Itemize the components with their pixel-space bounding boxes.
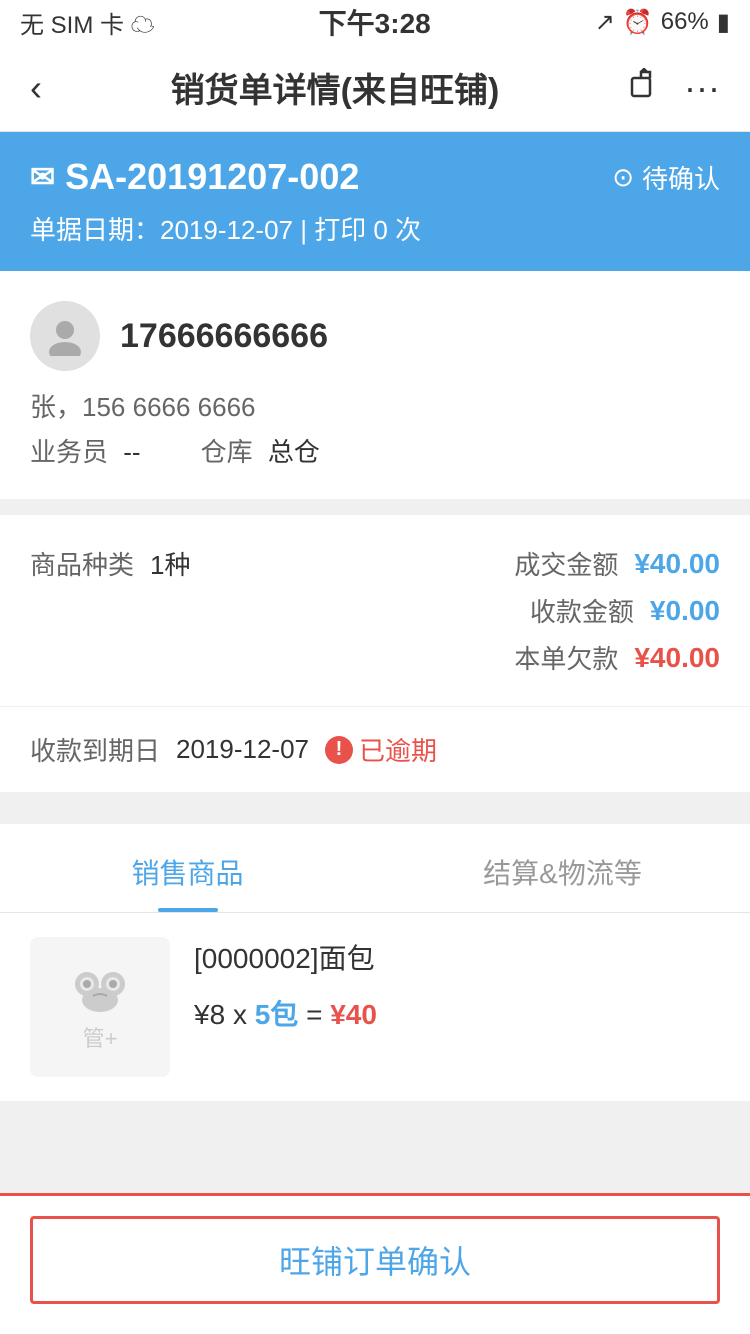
divider-1	[0, 499, 750, 515]
customer-section: 17666666666 张，156 6666 6666 业务员 -- 仓库 总仓	[0, 271, 750, 499]
overdue-icon: !	[325, 736, 353, 764]
confirm-button[interactable]: 旺铺订单确认	[30, 1216, 720, 1304]
nav-actions: ···	[628, 67, 720, 109]
divider-2	[0, 792, 750, 808]
avatar	[30, 301, 100, 371]
tabs-row: 销售商品 结算&物流等	[0, 824, 750, 913]
status-right: ↗ ⏰ 66% ▮	[595, 8, 730, 37]
share-icon[interactable]	[628, 67, 660, 109]
order-status: ⊙ 待确认	[612, 159, 720, 196]
tab-settlement[interactable]: 结算&物流等	[375, 824, 750, 912]
status-time: 下午3:28	[319, 2, 431, 42]
battery-text: 66%	[661, 8, 709, 36]
order-id: ✉ SA-20191207-002	[30, 156, 359, 198]
received-amount: ¥0.00	[650, 595, 720, 627]
summary-row: 商品种类 1种 成交金额 ¥40.00 收款金额 ¥0.00 本单欠款 ¥40.…	[30, 545, 720, 676]
more-icon[interactable]: ···	[684, 67, 720, 109]
brand-text: 管+	[83, 1021, 118, 1053]
due-date: 2019-12-07	[176, 734, 309, 765]
overdue-text: 已逾期	[359, 731, 437, 768]
amount-row-1: 收款金额 ¥0.00	[530, 592, 720, 629]
overdue-badge: ! 已逾期	[325, 731, 437, 768]
customer-name: 张，156 6666 6666	[30, 387, 720, 424]
battery-icon: ▮	[717, 8, 730, 37]
due-section: 收款到期日 2019-12-07 ! 已逾期	[0, 706, 750, 792]
product-section: 管+ [0000002]面包 ¥8 x 5包 = ¥40	[0, 913, 750, 1101]
no-sim-text: 无 SIM 卡 ☁	[20, 5, 155, 40]
product-price: ¥8 x 5包 = ¥40	[194, 993, 720, 1033]
order-header: ✉ SA-20191207-002 ⊙ 待确认 单据日期：2019-12-07 …	[0, 132, 750, 271]
bottom-bar: 旺铺订单确认	[0, 1193, 750, 1334]
customer-row: 17666666666	[30, 301, 720, 371]
due-label: 收款到期日	[30, 731, 160, 768]
product-info: [0000002]面包 ¥8 x 5包 = ¥40	[194, 937, 720, 1033]
tab-underline	[158, 908, 218, 912]
amount-row-2: 本单欠款 ¥40.00	[514, 639, 720, 676]
back-button[interactable]: ‹	[30, 67, 42, 109]
sales-person: 业务员 --	[30, 432, 141, 469]
product-total: ¥40	[330, 999, 377, 1030]
customer-meta: 业务员 -- 仓库 总仓	[30, 432, 720, 469]
nav-bar: ‹ 销货单详情(来自旺铺) ···	[0, 44, 750, 132]
status-bar: 无 SIM 卡 ☁ 下午3:28 ↗ ⏰ 66% ▮	[0, 0, 750, 44]
order-date: 单据日期：2019-12-07 | 打印 0 次	[30, 210, 720, 247]
product-item: 管+ [0000002]面包 ¥8 x 5包 = ¥40	[30, 937, 720, 1077]
deal-amount: ¥40.00	[634, 548, 720, 580]
summary-section: 商品种类 1种 成交金额 ¥40.00 收款金额 ¥0.00 本单欠款 ¥40.…	[0, 515, 750, 706]
product-quantity: 5包	[255, 999, 306, 1030]
tab-products[interactable]: 销售商品	[0, 824, 375, 912]
product-type: 商品种类 1种	[30, 545, 190, 582]
order-id-row: ✉ SA-20191207-002 ⊙ 待确认	[30, 156, 720, 198]
page-title: 销货单详情(来自旺铺)	[171, 63, 500, 112]
clock-icon: ⊙	[612, 162, 634, 193]
alarm-icon: ⏰	[623, 8, 653, 37]
status-left: 无 SIM 卡 ☁	[20, 5, 155, 40]
order-icon: ✉	[30, 160, 55, 195]
owed-amount: ¥40.00	[634, 642, 720, 674]
warehouse: 仓库 总仓	[201, 432, 320, 469]
tabs-section: 销售商品 结算&物流等	[0, 824, 750, 1101]
customer-phone: 17666666666	[120, 317, 328, 356]
product-name: [0000002]面包	[194, 937, 720, 977]
amounts: 成交金额 ¥40.00 收款金额 ¥0.00 本单欠款 ¥40.00	[514, 545, 720, 676]
amount-row-0: 成交金额 ¥40.00	[514, 545, 720, 582]
location-icon: ↗	[595, 8, 615, 37]
product-thumbnail: 管+	[30, 937, 170, 1077]
